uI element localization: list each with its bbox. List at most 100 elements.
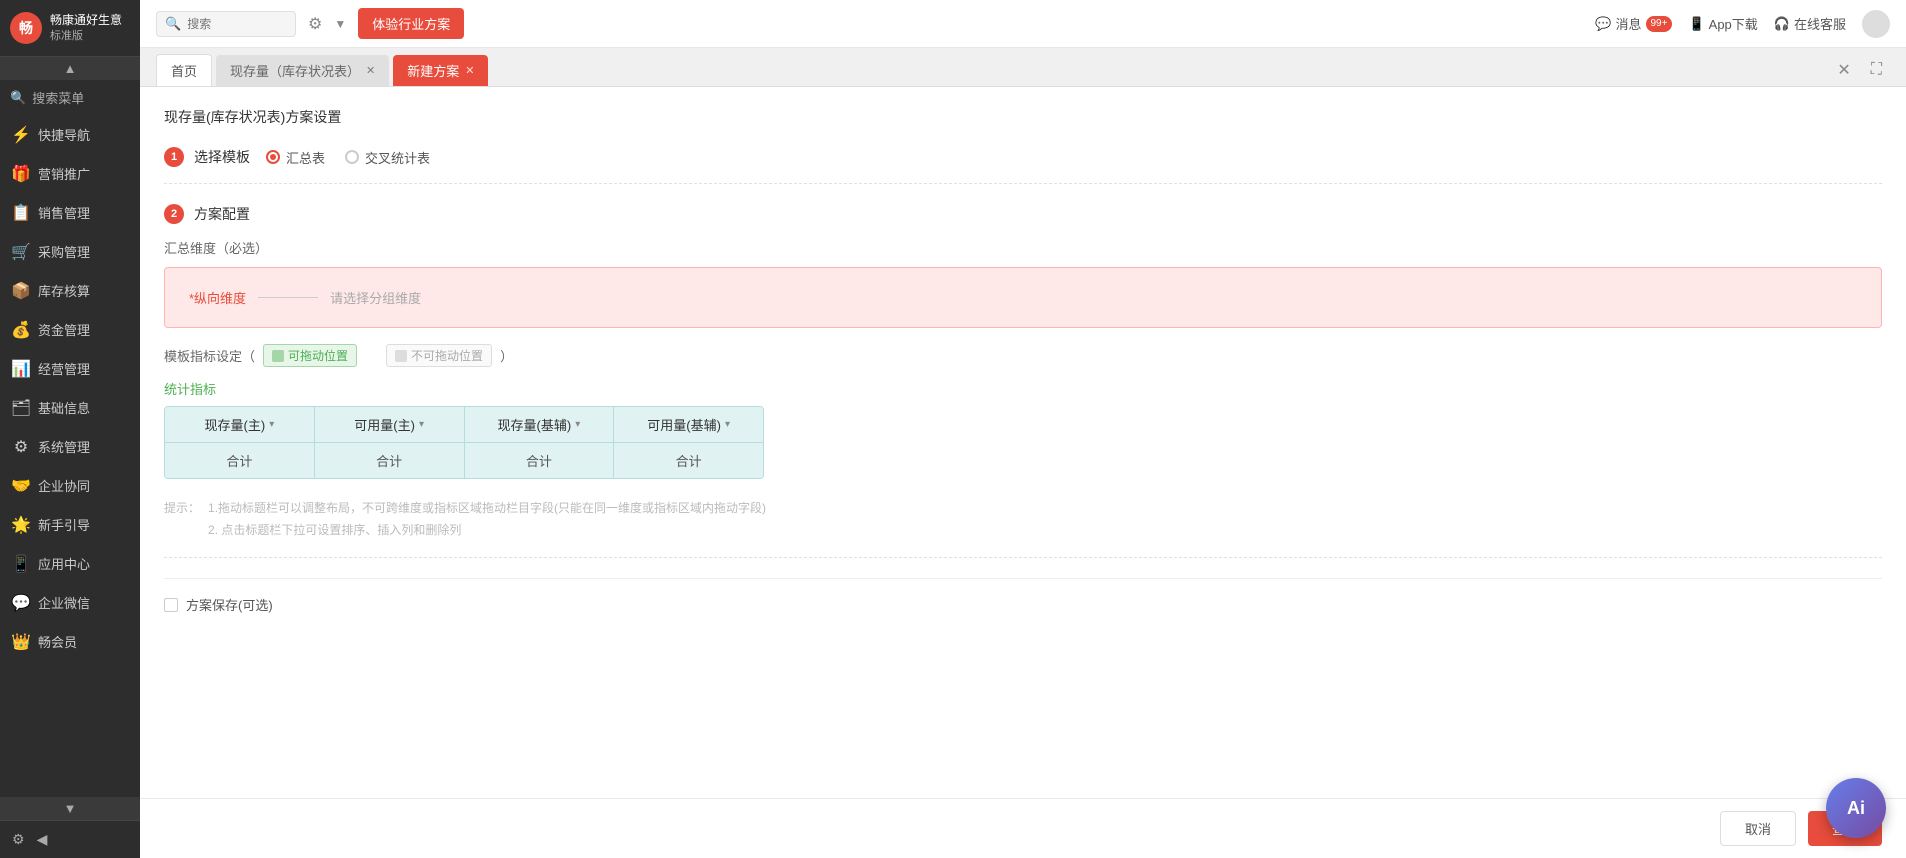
col3-chevron[interactable]: ▾ xyxy=(575,419,580,430)
sidebar-item-quick-nav[interactable]: ⚡ 快捷导航 xyxy=(0,115,140,154)
purchase-icon: 🛒 xyxy=(12,243,30,261)
stats-col-3-header[interactable]: 现存量(基辅) ▾ xyxy=(465,407,614,443)
sidebar-nav: ⚡ 快捷导航 🎁 营销推广 📋 销售管理 🛒 采购管理 📦 库存核算 💰 资金管… xyxy=(0,115,140,797)
stats-col-1-header[interactable]: 现存量(主) ▾ xyxy=(165,407,314,443)
tip-2: 提示： 2. 点击标题栏下拉可设置排序、插入列和删除列 xyxy=(164,520,1882,542)
section2-num: 2 xyxy=(164,204,184,224)
tips-section: 提示： 1.拖动标题栏可以调整布局，不可跨维度或指标区域拖动栏目字段(只能在同一… xyxy=(164,498,1882,541)
content-area: 现存量(库存状况表)方案设置 1 选择模板 汇总表 xyxy=(140,87,1906,798)
tab-close-icon[interactable]: ✕ xyxy=(1829,60,1858,80)
sidebar-item-wechat[interactable]: 💬 企业微信 xyxy=(0,583,140,622)
indicator-sep xyxy=(365,346,378,365)
topbar-right: 💬 消息 99+ 📱 App下载 🎧 在线客服 xyxy=(1595,10,1890,38)
finance-icon: 💰 xyxy=(12,321,30,339)
footer-bar: 取消 查询 xyxy=(140,798,1906,858)
download-icon: 📱 xyxy=(1688,16,1704,32)
app-download-button[interactable]: 📱 App下载 xyxy=(1688,14,1757,33)
summary-dimension-label: 汇总维度（必选） xyxy=(164,238,1882,257)
sidebar-item-newbie[interactable]: 🌟 新手引导 xyxy=(0,505,140,544)
main-area: 🔍 ⚙ ▼ 体验行业方案 💬 消息 99+ 📱 App下载 🎧 在线客服 xyxy=(140,0,1906,858)
stats-col-2: 可用量(主) ▾ 合计 xyxy=(315,407,465,478)
sidebar-item-operations[interactable]: 📊 经营管理 xyxy=(0,349,140,388)
tab-home[interactable]: 首页 xyxy=(156,54,212,86)
message-button[interactable]: 💬 消息 99+ xyxy=(1595,14,1672,33)
topbar-search-input[interactable] xyxy=(187,17,287,31)
topbar: 🔍 ⚙ ▼ 体验行业方案 💬 消息 99+ 📱 App下载 🎧 在线客服 xyxy=(140,0,1906,48)
col4-chevron[interactable]: ▾ xyxy=(725,419,730,430)
indicator-close-paren: ） xyxy=(500,346,513,365)
stats-col-1: 现存量(主) ▾ 合计 xyxy=(165,407,315,478)
sidebar-item-cooperation[interactable]: 🤝 企业协同 xyxy=(0,466,140,505)
tab-new-plan[interactable]: 新建方案 ✕ xyxy=(393,55,488,86)
stats-col-4-header[interactable]: 可用量(基辅) ▾ xyxy=(614,407,763,443)
save-label: 方案保存(可选) xyxy=(186,595,273,614)
dimension-box[interactable]: *纵向维度 请选择分组维度 xyxy=(164,267,1882,328)
sidebar-bottom: ⚙ ◀ xyxy=(0,820,140,858)
indicator-settings-label: 模板指标设定（ 可拖动位置 不可拖动位置 ） xyxy=(164,344,1882,367)
vertical-dimension-label: *纵向维度 xyxy=(189,288,246,307)
topbar-search-icon: 🔍 xyxy=(165,16,181,32)
sidebar-item-finance[interactable]: 💰 资金管理 xyxy=(0,310,140,349)
sidebar-item-member[interactable]: 👑 畅会员 xyxy=(0,622,140,661)
indicator-settings: 模板指标设定（ 可拖动位置 不可拖动位置 ） xyxy=(164,344,1882,482)
save-checkbox[interactable] xyxy=(164,598,178,612)
sidebar-item-basic[interactable]: 🗂 基础信息 xyxy=(0,388,140,427)
sidebar-search[interactable]: 🔍 搜索菜单 xyxy=(0,80,140,115)
radio-summary-circle xyxy=(266,150,280,164)
radio-crosstab[interactable]: 交叉统计表 xyxy=(345,148,430,167)
sidebar-item-sales[interactable]: 📋 销售管理 xyxy=(0,193,140,232)
app-center-icon: 📱 xyxy=(12,555,30,573)
section1-divider xyxy=(164,183,1882,184)
radio-crosstab-circle xyxy=(345,150,359,164)
topbar-search-box[interactable]: 🔍 xyxy=(156,11,296,37)
cancel-button[interactable]: 取消 xyxy=(1720,811,1796,846)
operations-icon: 📊 xyxy=(12,360,30,378)
online-service-button[interactable]: 🎧 在线客服 xyxy=(1774,14,1846,33)
stats-col-2-header[interactable]: 可用量(主) ▾ xyxy=(315,407,464,443)
logo-icon: 畅 xyxy=(10,12,42,44)
dimension-line xyxy=(258,297,318,298)
stats-col-4: 可用量(基辅) ▾ 合计 xyxy=(614,407,763,478)
col1-chevron[interactable]: ▾ xyxy=(269,419,274,430)
headset-icon: 🎧 xyxy=(1774,16,1790,32)
tab-inventory-status[interactable]: 现存量（库存状况表） ✕ xyxy=(216,55,389,86)
system-icon: ⚙ xyxy=(12,438,30,456)
member-icon: 👑 xyxy=(12,633,30,651)
section-config: 2 方案配置 汇总维度（必选） *纵向维度 请选择分组维度 模板指标设定（ xyxy=(164,204,1882,614)
section2-divider xyxy=(164,557,1882,558)
tab-inventory-close[interactable]: ✕ xyxy=(366,64,375,77)
col2-chevron[interactable]: ▾ xyxy=(419,419,424,430)
tip-1: 提示： 1.拖动标题栏可以调整布局，不可跨维度或指标区域拖动栏目字段(只能在同一… xyxy=(164,498,1882,520)
tab-new-plan-close[interactable]: ✕ xyxy=(465,64,474,77)
trial-button[interactable]: 体验行业方案 xyxy=(358,8,464,39)
page-title: 现存量(库存状况表)方案设置 xyxy=(164,107,1882,127)
stats-col-3: 现存量(基辅) ▾ 合计 xyxy=(465,407,615,478)
content-inner: 现存量(库存状况表)方案设置 1 选择模板 汇总表 xyxy=(140,87,1906,798)
sidebar-item-inventory[interactable]: 📦 库存核算 xyxy=(0,271,140,310)
stats-col-2-body: 合计 xyxy=(315,443,464,478)
user-avatar[interactable] xyxy=(1862,10,1890,38)
settings-button[interactable]: ⚙ xyxy=(12,831,25,848)
radio-summary[interactable]: 汇总表 xyxy=(266,148,325,167)
message-badge: 99+ xyxy=(1646,16,1673,32)
sidebar-item-app-center[interactable]: 📱 应用中心 xyxy=(0,544,140,583)
section1-num: 1 xyxy=(164,147,184,167)
stats-col-1-body: 合计 xyxy=(165,443,314,478)
section2-title: 方案配置 xyxy=(194,204,250,224)
sidebar: 畅 畅康通好生意 标准版 ▲ 🔍 搜索菜单 ⚡ 快捷导航 🎁 营销推广 📋 销售… xyxy=(0,0,140,858)
sidebar-item-marketing[interactable]: 🎁 营销推广 xyxy=(0,154,140,193)
tabbar: 首页 现存量（库存状况表） ✕ 新建方案 ✕ ✕ ⛶ xyxy=(140,48,1906,87)
section1-header: 1 选择模板 汇总表 交叉统计表 xyxy=(164,147,1882,167)
gear-icon[interactable]: ⚙ xyxy=(308,14,322,34)
sidebar-item-purchase[interactable]: 🛒 采购管理 xyxy=(0,232,140,271)
sidebar-item-system[interactable]: ⚙ 系统管理 xyxy=(0,427,140,466)
scroll-down[interactable]: ▼ xyxy=(0,797,140,820)
template-options: 汇总表 交叉统计表 xyxy=(266,148,430,167)
draggable-color-block xyxy=(272,350,284,362)
tab-expand-icon[interactable]: ⛶ xyxy=(1863,61,1890,79)
scroll-up[interactable]: ▲ xyxy=(0,57,140,80)
collapse-button[interactable]: ◀ xyxy=(37,831,48,848)
dropdown-icon[interactable]: ▼ xyxy=(334,17,346,31)
ai-float-button[interactable]: Ai xyxy=(1826,778,1886,838)
non-draggable-color-block xyxy=(395,350,407,362)
